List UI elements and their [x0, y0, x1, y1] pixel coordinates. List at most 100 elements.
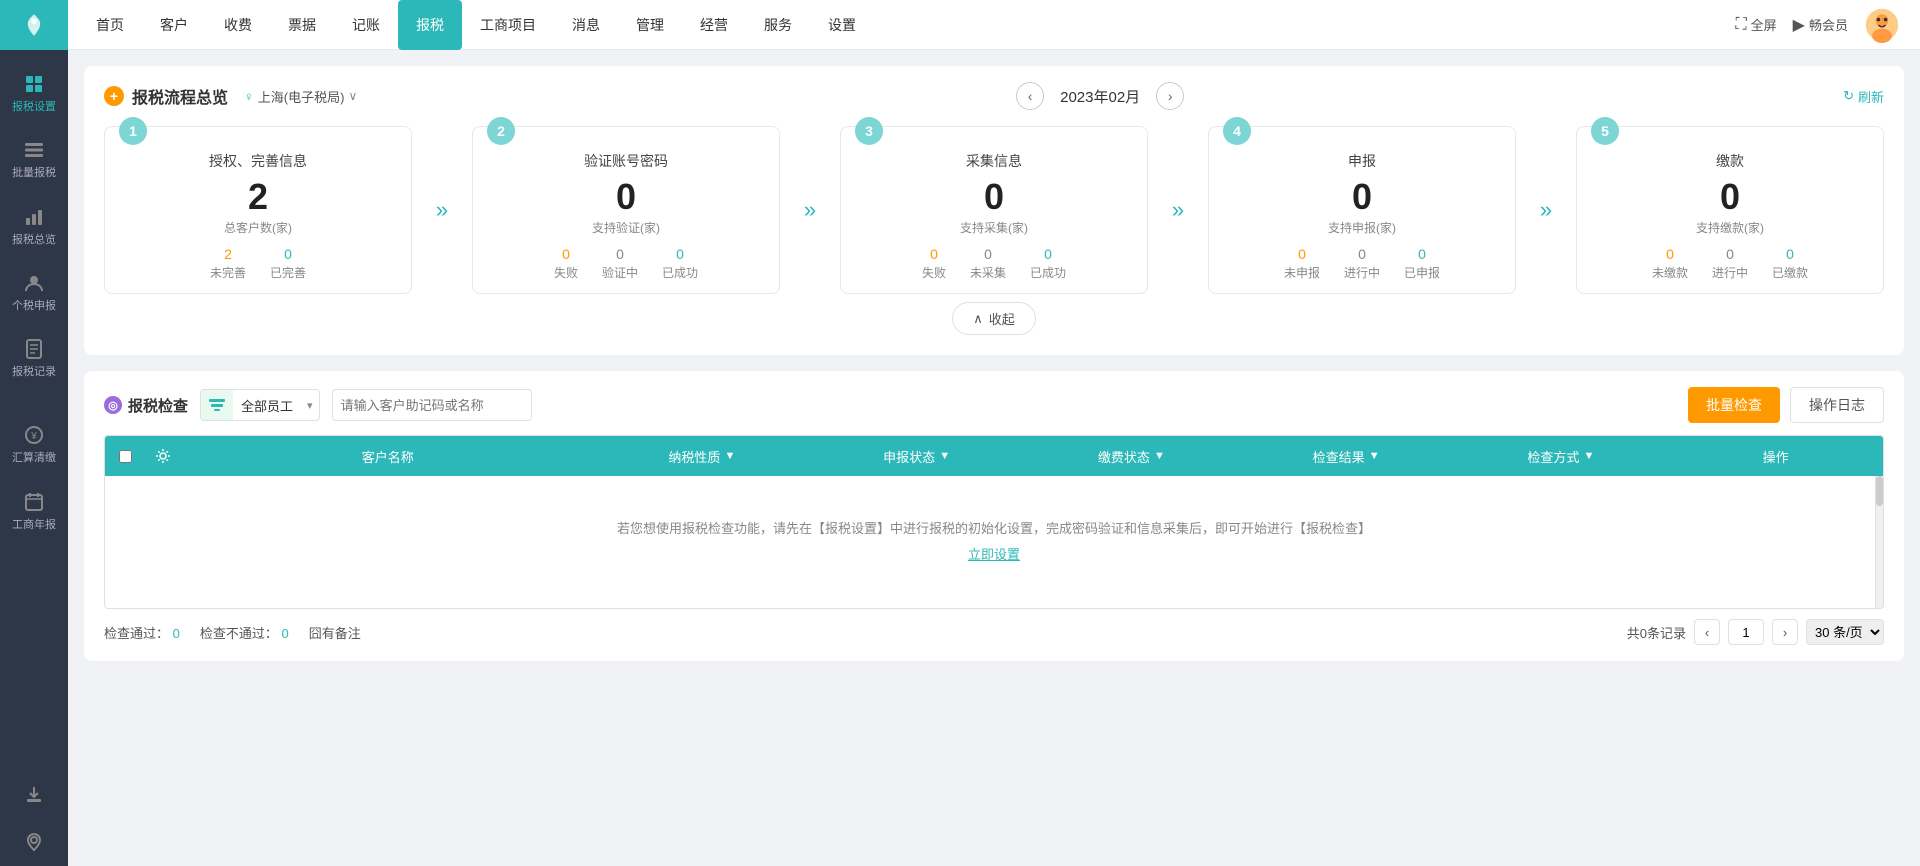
- nav-settings[interactable]: 设置: [810, 0, 874, 50]
- sidebar-label-settlement: 汇算清缴: [12, 451, 56, 465]
- footer-right: 共0条记录 ‹ › 30 条/页: [1627, 619, 1884, 645]
- collapse-btn[interactable]: ∧ 收起: [952, 302, 1036, 335]
- stat-label-1-0: 未完善: [210, 264, 246, 281]
- stat-num-5-2: 0: [1786, 246, 1794, 262]
- refresh-btn[interactable]: ↻ 刷新: [1843, 87, 1884, 106]
- check-title: ◎ 报税检查: [104, 395, 188, 416]
- stat-3-1[interactable]: 0 未采集: [970, 246, 1006, 281]
- prev-page-btn[interactable]: ‹: [1694, 619, 1720, 645]
- nav-operation[interactable]: 经营: [682, 0, 746, 50]
- flow-card-sub-5: 支持缴款(家): [1597, 219, 1863, 236]
- stat-1-1[interactable]: 0 已完善: [270, 246, 306, 281]
- sidebar-label-personal-tax: 个税申报: [12, 299, 56, 313]
- th-pay-filter-icon[interactable]: ▼: [1154, 450, 1165, 462]
- nav-business[interactable]: 工商项目: [462, 0, 554, 50]
- stat-2-0[interactable]: 0 失败: [554, 246, 578, 281]
- nav-customer[interactable]: 客户: [142, 0, 206, 50]
- stat-2-2[interactable]: 0 已成功: [662, 246, 698, 281]
- th-checkbox[interactable]: [105, 450, 145, 463]
- nav-home[interactable]: 首页: [78, 0, 142, 50]
- nav-fee[interactable]: 收费: [206, 0, 270, 50]
- stat-label-4-1: 进行中: [1344, 264, 1380, 281]
- select-all-checkbox[interactable]: [119, 450, 132, 463]
- member-label: 畅会员: [1809, 15, 1848, 34]
- next-month-btn[interactable]: ›: [1156, 82, 1184, 110]
- staff-filter[interactable]: 全部员工 ▾: [200, 389, 320, 421]
- batch-check-btn[interactable]: 批量检查: [1688, 387, 1780, 423]
- stat-4-1[interactable]: 0 进行中: [1344, 246, 1380, 281]
- per-page-select[interactable]: 30 条/页: [1806, 619, 1884, 645]
- search-input[interactable]: [333, 398, 525, 413]
- next-page-btn[interactable]: ›: [1772, 619, 1798, 645]
- stat-label-4-2: 已申报: [1404, 264, 1440, 281]
- stat-3-2[interactable]: 0 已成功: [1030, 246, 1066, 281]
- stat-3-0[interactable]: 0 失败: [922, 246, 946, 281]
- tax-settings-icon: [22, 72, 46, 96]
- stat-num-3-0: 0: [930, 246, 938, 262]
- sidebar-item-tax-record[interactable]: 报税记录: [0, 325, 68, 391]
- th-check-result-filter-icon[interactable]: ▼: [1369, 450, 1380, 462]
- th-check-method-filter-icon[interactable]: ▼: [1583, 450, 1594, 462]
- sidebar-item-batch-tax[interactable]: 批量报税: [0, 126, 68, 192]
- stat-5-2[interactable]: 0 已缴款: [1772, 246, 1808, 281]
- stat-5-0[interactable]: 0 未缴款: [1652, 246, 1688, 281]
- sidebar-item-location[interactable]: [0, 818, 68, 866]
- flow-card-sub-4: 支持申报(家): [1229, 219, 1495, 236]
- nav-message[interactable]: 消息: [554, 0, 618, 50]
- th-declare-filter-icon[interactable]: ▼: [939, 450, 950, 462]
- stat-num-1-1: 0: [284, 246, 292, 262]
- th-gear[interactable]: [145, 448, 181, 464]
- flow-nav: ‹ 2023年02月 ›: [1016, 82, 1184, 110]
- flow-card-sub-3: 支持采集(家): [861, 219, 1127, 236]
- table-scrollbar[interactable]: [1875, 476, 1883, 608]
- flow-title-text: 报税流程总览: [132, 84, 228, 108]
- personal-tax-icon: [22, 271, 46, 295]
- th-tax-type-filter-icon[interactable]: ▼: [724, 450, 735, 462]
- logo[interactable]: [0, 0, 68, 50]
- avatar[interactable]: [1864, 7, 1900, 43]
- sidebar-item-annual-report[interactable]: 工商年报: [0, 478, 68, 544]
- tax-overview-icon: [22, 205, 46, 229]
- th-pay-label: 缴费状态: [1098, 447, 1150, 466]
- flow-card-title-2: 验证账号密码: [493, 151, 759, 171]
- sidebar-item-tax-settings[interactable]: 报税设置: [0, 60, 68, 126]
- stat-4-2[interactable]: 0 已申报: [1404, 246, 1440, 281]
- check-card-container: ◎ 报税检查 全部员工 ▾: [84, 371, 1904, 661]
- member-btn[interactable]: ▶ 畅会员: [1793, 15, 1848, 35]
- nav-tax[interactable]: 报税: [398, 0, 462, 50]
- table-body: 若您想使用报税检查功能，请先在【报税设置】中进行报税的初始化设置，完成密码验证和…: [105, 476, 1883, 608]
- nav-right: ⛶ 全屏 ▶ 畅会员: [1735, 7, 1920, 43]
- prev-month-btn[interactable]: ‹: [1016, 82, 1044, 110]
- flow-card-4: 4 申报 0 支持申报(家) 0 未申报 0 进行中: [1208, 126, 1516, 294]
- nav-service[interactable]: 服务: [746, 0, 810, 50]
- table-empty-state: 若您想使用报税检查功能，请先在【报税设置】中进行报税的初始化设置，完成密码验证和…: [105, 476, 1883, 608]
- sidebar-item-tax-overview[interactable]: 报税总览: [0, 193, 68, 259]
- page-input[interactable]: [1728, 619, 1764, 645]
- flow-title: + 报税流程总览: [104, 84, 228, 108]
- nav-accounting[interactable]: 记账: [334, 0, 398, 50]
- chevron-up-icon: ∧: [973, 311, 983, 327]
- nav-invoice[interactable]: 票据: [270, 0, 334, 50]
- sidebar-item-settlement[interactable]: ¥ 汇算清缴: [0, 411, 68, 477]
- nav-manage[interactable]: 管理: [618, 0, 682, 50]
- th-action: 操作: [1668, 447, 1883, 466]
- sidebar-item-personal-tax[interactable]: 个税申报: [0, 259, 68, 325]
- pass-count[interactable]: 0: [173, 626, 180, 641]
- operation-log-btn[interactable]: 操作日志: [1790, 387, 1884, 423]
- sidebar-item-download[interactable]: [0, 770, 68, 818]
- fullscreen-btn[interactable]: ⛶ 全屏: [1735, 15, 1776, 34]
- th-action-label: 操作: [1763, 447, 1789, 466]
- flow-arrow-1: »: [412, 197, 472, 223]
- th-check-result: 检查结果 ▼: [1239, 447, 1454, 466]
- fail-count[interactable]: 0: [282, 626, 289, 641]
- stat-num-2-2: 0: [676, 246, 684, 262]
- flow-header: + 报税流程总览 ♀ 上海(电子税局) ∨ ‹ 2023年02月 › ↻: [104, 82, 1884, 110]
- flow-location[interactable]: ♀ 上海(电子税局) ∨: [244, 87, 357, 106]
- setup-link[interactable]: 立即设置: [968, 542, 1020, 568]
- stat-2-1[interactable]: 0 验证中: [602, 246, 638, 281]
- stat-4-0[interactable]: 0 未申报: [1284, 246, 1320, 281]
- flow-card-3: 3 采集信息 0 支持采集(家) 0 失败 0 未采集: [840, 126, 1148, 294]
- stat-1-0[interactable]: 2 未完善: [210, 246, 246, 281]
- stat-5-1[interactable]: 0 进行中: [1712, 246, 1748, 281]
- search-button[interactable]: [525, 390, 532, 420]
